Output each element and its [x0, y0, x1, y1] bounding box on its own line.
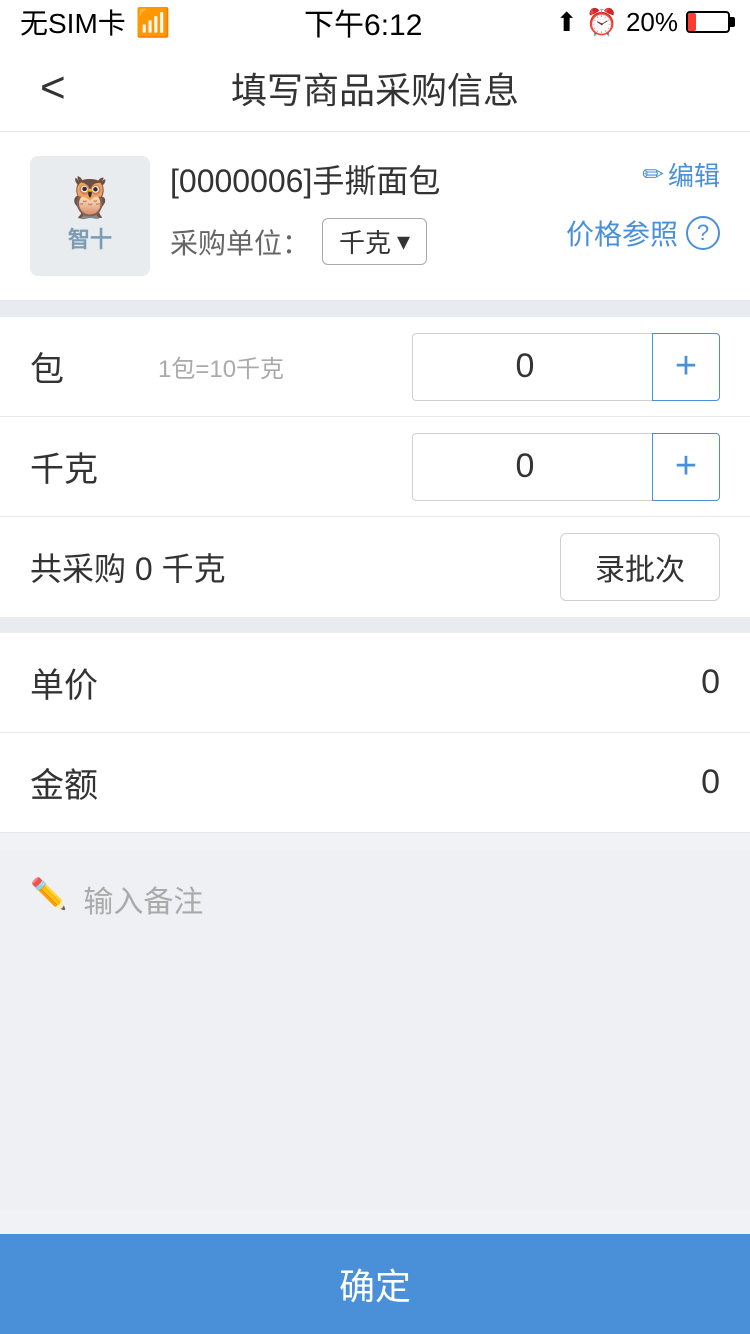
pack-label: 包 [30, 342, 150, 391]
separator-2 [0, 617, 750, 633]
kg-label: 千克 [30, 442, 150, 491]
total-value: 0 [135, 551, 153, 587]
purchase-unit-label: 采购单位： [170, 222, 310, 262]
product-info: [0000006]手撕面包 采购单位： 千克 ▾ [170, 156, 546, 265]
battery-icon [686, 11, 730, 33]
edit-label: 编辑 [668, 156, 720, 193]
alarm-icon: ⏰ [586, 7, 618, 38]
price-amount-section: 单价 0 金额 0 [0, 633, 750, 833]
carrier-label: 无SIM卡 [20, 2, 126, 42]
brand-label: 智十 [68, 222, 112, 254]
location-icon: ⬆ [556, 7, 578, 38]
page-title: 填写商品采购信息 [231, 62, 519, 114]
total-row: 共采购 0 千克 录批次 [0, 517, 750, 617]
kg-input-row: 千克 + [0, 417, 750, 517]
product-card: 🦉 智十 [0000006]手撕面包 采购单位： 千克 ▾ ✏ 编辑 价格参照 … [0, 132, 750, 301]
notes-placeholder: 输入备注 [83, 877, 203, 921]
edit-button[interactable]: ✏ 编辑 [642, 156, 720, 193]
confirm-button[interactable]: 确定 [0, 1234, 750, 1334]
status-right: ⬆ ⏰ 20% [556, 7, 730, 38]
unit-price-value: 0 [701, 663, 720, 702]
bottom-space [0, 969, 750, 1209]
nav-bar: < 填写商品采购信息 [0, 44, 750, 132]
batch-button[interactable]: 录批次 [560, 533, 720, 601]
pack-input-control: + [284, 333, 720, 401]
amount-label: 金额 [30, 758, 98, 807]
pack-input-section: 包 1包=10千克 + 千克 + [0, 317, 750, 517]
total-label: 共采购 0 千克 [30, 544, 226, 590]
product-unit-row: 采购单位： 千克 ▾ [170, 218, 546, 265]
edit-icon: ✏ [642, 159, 664, 190]
amount-row: 金额 0 [0, 733, 750, 833]
price-ref-button[interactable]: 价格参照 ? [566, 213, 720, 253]
kg-plus-button[interactable]: + [652, 433, 720, 501]
help-icon: ? [686, 216, 720, 250]
time-label: 下午6:12 [304, 0, 422, 44]
unit-value: 千克 [339, 223, 391, 260]
price-ref-label: 价格参照 [566, 213, 678, 253]
product-actions: ✏ 编辑 价格参照 ? [566, 156, 720, 253]
status-bar: 无SIM卡 📶 下午6:12 ⬆ ⏰ 20% [0, 0, 750, 44]
total-unit: 千克 [162, 551, 226, 587]
notes-section[interactable]: ✏️ 输入备注 [0, 849, 750, 969]
dropdown-arrow: ▾ [397, 226, 410, 257]
amount-value: 0 [701, 763, 720, 802]
pack-sub-label: 1包=10千克 [158, 349, 284, 384]
battery-percent: 20% [626, 7, 678, 38]
wifi-icon: 📶 [136, 6, 171, 39]
unit-price-label: 单价 [30, 658, 98, 707]
kg-quantity-input[interactable] [412, 433, 652, 501]
product-name: [0000006]手撕面包 [170, 156, 546, 202]
kg-input-control: + [150, 433, 720, 501]
pack-quantity-input[interactable] [412, 333, 652, 401]
unit-dropdown[interactable]: 千克 ▾ [322, 218, 427, 265]
pack-input-row: 包 1包=10千克 + [0, 317, 750, 417]
pack-plus-button[interactable]: + [652, 333, 720, 401]
product-thumbnail: 🦉 智十 [30, 156, 150, 276]
back-button[interactable]: < [30, 53, 76, 123]
status-left: 无SIM卡 📶 [20, 2, 171, 42]
separator-1 [0, 301, 750, 317]
product-icon: 🦉 [65, 178, 115, 218]
pencil-icon: ✏️ [30, 877, 67, 912]
unit-price-row: 单价 0 [0, 633, 750, 733]
